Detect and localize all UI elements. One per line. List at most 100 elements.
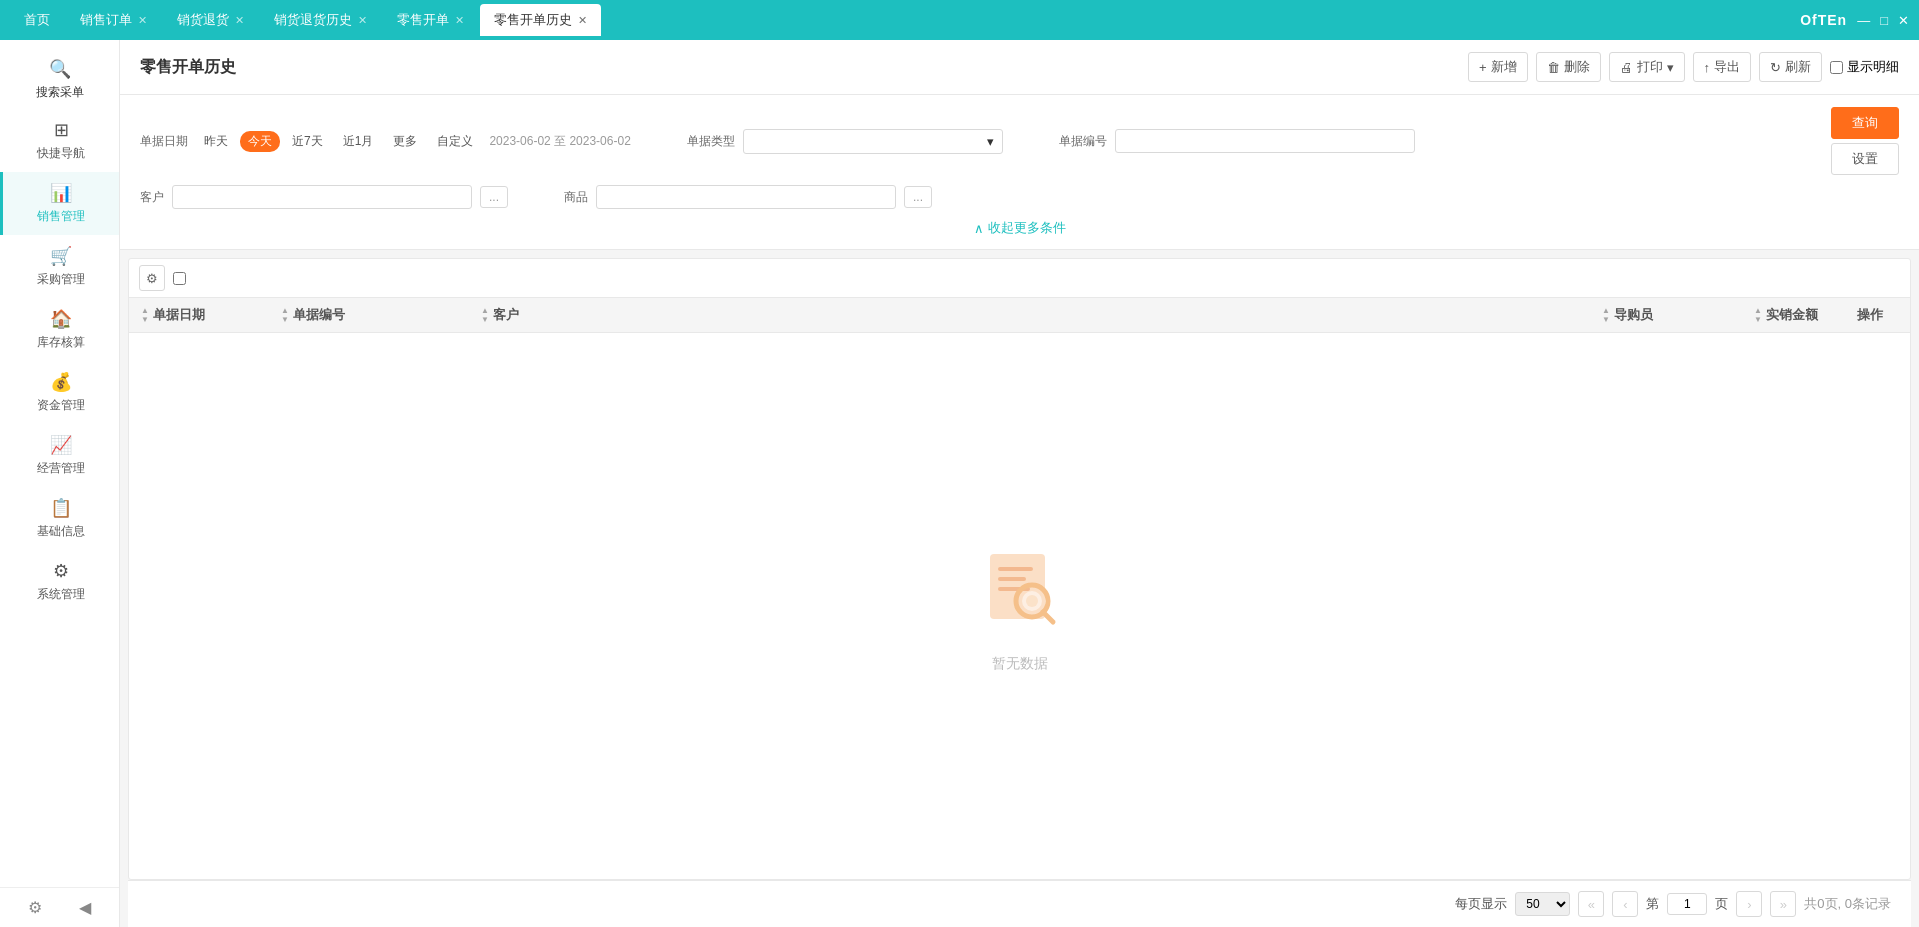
customer-ellipsis-btn[interactable]: ... bbox=[480, 186, 508, 208]
th-no: ▲ ▼ 单据编号 bbox=[269, 306, 469, 324]
tab-sales-return-close[interactable]: ✕ bbox=[235, 14, 244, 27]
bill-type-filter-group: 单据类型 ▾ bbox=[687, 129, 1003, 154]
table-settings-btn[interactable]: ⚙ bbox=[139, 265, 165, 291]
window-maximize-btn[interactable]: □ bbox=[1880, 13, 1888, 28]
filter-row-1: 单据日期 昨天 今天 近7天 近1月 更多 自定义 2023-06-02 至 2… bbox=[140, 107, 1899, 175]
print-arrow-icon: ▾ bbox=[1667, 60, 1674, 75]
sidebar-item-purchase-mgmt[interactable]: 🛒 采购管理 bbox=[0, 235, 119, 298]
tab-sales-order-label: 销售订单 bbox=[80, 11, 132, 29]
empty-state: 暂无数据 bbox=[129, 333, 1910, 879]
page-number-input[interactable]: 1 bbox=[1667, 893, 1707, 915]
quick-nav-icon: ⊞ bbox=[54, 119, 69, 141]
th-action: 操作 bbox=[1830, 306, 1910, 324]
date-opt-last-month[interactable]: 近1月 bbox=[335, 131, 382, 152]
tab-sales-order-close[interactable]: ✕ bbox=[138, 14, 147, 27]
tab-retail-history[interactable]: 零售开单历史 ✕ bbox=[480, 4, 601, 36]
tab-sales-return-history[interactable]: 销货退货历史 ✕ bbox=[260, 4, 381, 36]
delete-label: 删除 bbox=[1564, 58, 1590, 76]
brand-label: OfTEn bbox=[1800, 12, 1847, 28]
product-filter-group: 商品 ... bbox=[564, 185, 932, 209]
inventory-icon: 🏠 bbox=[50, 308, 72, 330]
sidebar-quick-nav-label: 快捷导航 bbox=[37, 145, 85, 162]
refresh-button[interactable]: ↻ 刷新 bbox=[1759, 52, 1822, 82]
pagination-bar: 每页显示 50 10 20 100 « ‹ 第 1 页 › » 共0页, 0条记… bbox=[128, 880, 1911, 927]
query-action-group: 查询 设置 bbox=[1831, 107, 1899, 175]
show-detail-label: 显示明细 bbox=[1847, 58, 1899, 76]
collapse-up-icon: ∧ bbox=[974, 221, 984, 236]
th-date: ▲ ▼ 单据日期 bbox=[129, 306, 269, 324]
tab-retail-open[interactable]: 零售开单 ✕ bbox=[383, 4, 478, 36]
amount-sort-arrows[interactable]: ▲ ▼ bbox=[1754, 307, 1762, 324]
bill-type-label: 单据类型 bbox=[687, 133, 735, 150]
table-select-all-checkbox[interactable] bbox=[173, 272, 186, 285]
per-page-select[interactable]: 50 10 20 100 bbox=[1515, 892, 1570, 916]
sidebar-item-finance[interactable]: 💰 资金管理 bbox=[0, 361, 119, 424]
sidebar-item-basic-info[interactable]: 📋 基础信息 bbox=[0, 487, 119, 550]
tab-sales-return[interactable]: 销货退货 ✕ bbox=[163, 4, 258, 36]
date-opt-today[interactable]: 今天 bbox=[240, 131, 280, 152]
last-page-icon: » bbox=[1780, 897, 1787, 912]
add-button[interactable]: + 新增 bbox=[1468, 52, 1528, 82]
query-button[interactable]: 查询 bbox=[1831, 107, 1899, 139]
svg-point-7 bbox=[1026, 595, 1038, 607]
date-opt-more[interactable]: 更多 bbox=[385, 131, 425, 152]
tab-sales-order[interactable]: 销售订单 ✕ bbox=[66, 4, 161, 36]
first-page-icon: « bbox=[1588, 897, 1595, 912]
date-opt-last7[interactable]: 近7天 bbox=[284, 131, 331, 152]
no-sort-arrows[interactable]: ▲ ▼ bbox=[281, 307, 289, 324]
collapse-row: ∧ 收起更多条件 bbox=[140, 219, 1899, 237]
delete-button[interactable]: 🗑 删除 bbox=[1536, 52, 1601, 82]
sidebar-search[interactable]: 🔍 搜索采单 bbox=[0, 50, 119, 109]
sidebar-settings-btn[interactable]: ⚙ bbox=[28, 898, 42, 917]
sidebar-item-system[interactable]: ⚙ 系统管理 bbox=[0, 550, 119, 613]
sidebar-item-sales-mgmt[interactable]: 📊 销售管理 bbox=[0, 172, 119, 235]
svg-rect-1 bbox=[998, 567, 1033, 571]
product-input[interactable] bbox=[596, 185, 896, 209]
collapse-button[interactable]: ∧ 收起更多条件 bbox=[974, 219, 1066, 237]
tab-retail-history-label: 零售开单历史 bbox=[494, 11, 572, 29]
window-close-btn[interactable]: ✕ bbox=[1898, 13, 1909, 28]
date-range-display: 2023-06-02 至 2023-06-02 bbox=[489, 133, 630, 150]
sidebar-search-label: 搜索采单 bbox=[36, 84, 84, 101]
tab-home[interactable]: 首页 bbox=[10, 4, 64, 36]
add-label: 新增 bbox=[1491, 58, 1517, 76]
last-page-btn[interactable]: » bbox=[1770, 891, 1796, 917]
print-button[interactable]: 🖨 打印 ▾ bbox=[1609, 52, 1685, 82]
bill-no-label: 单据编号 bbox=[1059, 133, 1107, 150]
th-amount: ▲ ▼ 实销金额 bbox=[1710, 306, 1830, 324]
customer-input[interactable] bbox=[172, 185, 472, 209]
sidebar-item-inventory[interactable]: 🏠 库存核算 bbox=[0, 298, 119, 361]
date-opt-yesterday[interactable]: 昨天 bbox=[196, 131, 236, 152]
show-detail-checkbox[interactable] bbox=[1830, 61, 1843, 74]
print-label: 打印 bbox=[1637, 58, 1663, 76]
bill-type-select[interactable]: ▾ bbox=[743, 129, 1003, 154]
show-detail-group: 显示明细 bbox=[1830, 58, 1899, 76]
sidebar-item-quick-nav[interactable]: ⊞ 快捷导航 bbox=[0, 109, 119, 172]
guide-sort-arrows[interactable]: ▲ ▼ bbox=[1602, 307, 1610, 324]
date-opt-custom[interactable]: 自定义 bbox=[429, 131, 481, 152]
filter-settings-label: 设置 bbox=[1852, 150, 1878, 168]
tab-retail-history-close[interactable]: ✕ bbox=[578, 14, 587, 27]
purchase-mgmt-icon: 🛒 bbox=[50, 245, 72, 267]
next-page-btn[interactable]: › bbox=[1736, 891, 1762, 917]
date-sort-arrows[interactable]: ▲ ▼ bbox=[141, 307, 149, 324]
sidebar-item-operations[interactable]: 📈 经营管理 bbox=[0, 424, 119, 487]
window-minimize-btn[interactable]: — bbox=[1857, 13, 1870, 28]
filter-settings-button[interactable]: 设置 bbox=[1831, 143, 1899, 175]
collapse-label: 收起更多条件 bbox=[988, 219, 1066, 237]
delete-icon: 🗑 bbox=[1547, 60, 1560, 75]
sidebar-collapse-btn[interactable]: ◀ bbox=[79, 898, 91, 917]
customer-sort-arrows[interactable]: ▲ ▼ bbox=[481, 307, 489, 324]
sidebar-operations-label: 经营管理 bbox=[37, 460, 85, 477]
tab-sales-return-history-close[interactable]: ✕ bbox=[358, 14, 367, 27]
sidebar-basic-info-label: 基础信息 bbox=[37, 523, 85, 540]
prev-page-btn[interactable]: ‹ bbox=[1612, 891, 1638, 917]
tab-retail-open-close[interactable]: ✕ bbox=[455, 14, 464, 27]
product-ellipsis-btn[interactable]: ... bbox=[904, 186, 932, 208]
export-button[interactable]: ↑ 导出 bbox=[1693, 52, 1752, 82]
first-page-btn[interactable]: « bbox=[1578, 891, 1604, 917]
add-icon: + bbox=[1479, 60, 1487, 75]
product-label: 商品 bbox=[564, 189, 588, 206]
empty-text: 暂无数据 bbox=[992, 655, 1048, 673]
bill-no-input[interactable] bbox=[1115, 129, 1415, 153]
